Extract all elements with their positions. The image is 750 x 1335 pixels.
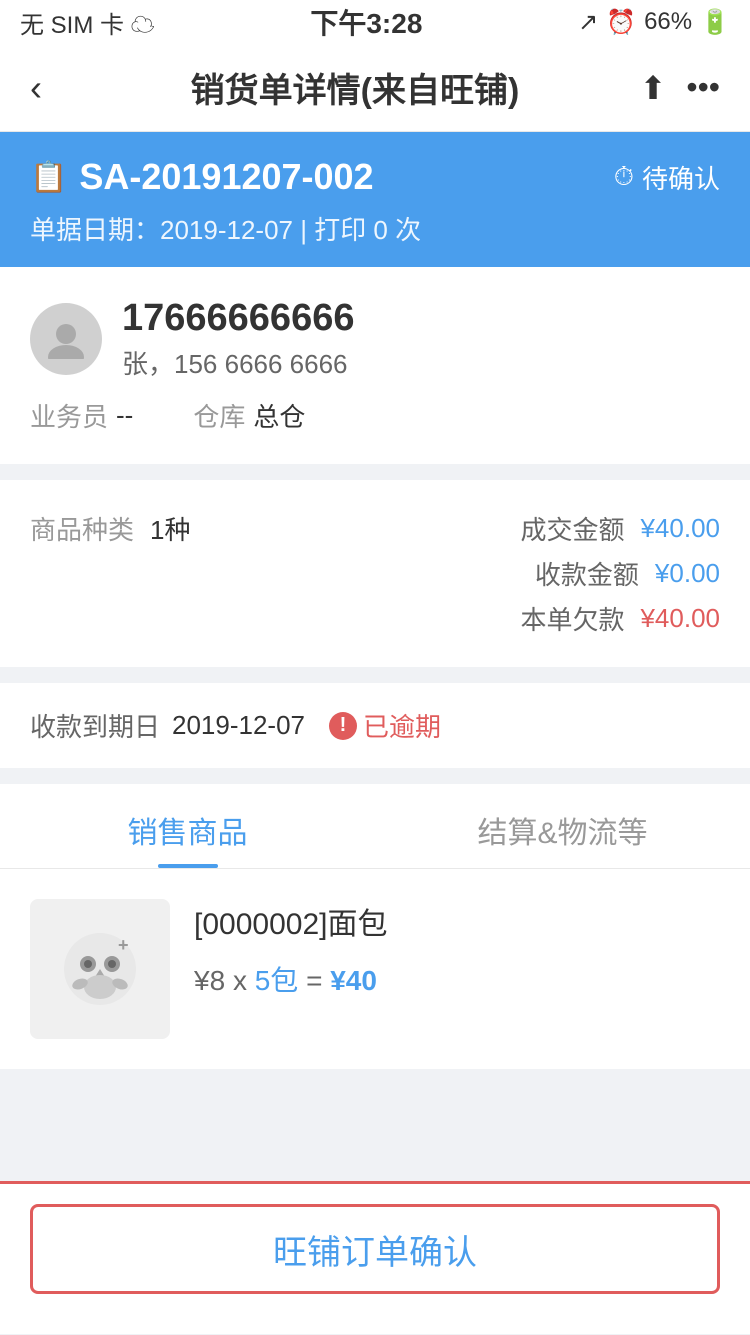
- location-icon: ↗: [578, 8, 598, 37]
- owed-amount-label: 本单欠款: [520, 600, 624, 637]
- sim-label: 无 SIM 卡 ☁: [20, 5, 155, 40]
- confirm-order-label: 旺铺订单确认: [273, 1225, 477, 1274]
- customer-info: 17666666666 张，156 6666 6666: [122, 297, 354, 381]
- overdue-text: 已逾期: [363, 707, 441, 744]
- due-label: 收款到期日: [30, 707, 160, 744]
- order-status-text: 待确认: [642, 159, 720, 196]
- order-status: ⏱ 待确认: [614, 159, 720, 196]
- battery-label: 66%: [644, 8, 692, 36]
- overdue-icon: !: [329, 712, 357, 740]
- product-price-formula: ¥8 x 5包 = ¥40: [194, 959, 720, 999]
- alarm-icon: ⏰: [606, 8, 636, 37]
- status-right: ↗ ⏰ 66% 🔋: [578, 8, 730, 37]
- tab-underline: [158, 864, 218, 868]
- receipt-amount-value: ¥0.00: [655, 558, 720, 589]
- svg-text:+: +: [118, 935, 129, 955]
- due-section: 收款到期日 2019-12-07 ! 已逾期: [0, 683, 750, 768]
- order-id-text: SA-20191207-002: [79, 156, 373, 198]
- customer-name: 张，156 6666 6666: [122, 344, 354, 381]
- tabs-section: 销售商品 结算&物流等: [0, 784, 750, 869]
- back-icon: ‹: [30, 67, 42, 108]
- status-bar: 无 SIM 卡 ☁ 下午3:28 ↗ ⏰ 66% 🔋: [0, 0, 750, 44]
- product-types-label: 商品种类: [30, 510, 134, 547]
- deal-amount-value: ¥40.00: [640, 513, 720, 544]
- confirm-order-button[interactable]: 旺铺订单确认: [30, 1204, 720, 1294]
- order-id-row: 📋 SA-20191207-002 ⏱ 待确认: [30, 156, 720, 198]
- product-info: [0000002]面包 ¥8 x 5包 = ¥40: [194, 899, 720, 999]
- salesperson-label: 业务员: [30, 397, 108, 434]
- stats-section: 商品种类 1种 成交金额 ¥40.00 收款金额 ¥0.00 本单欠款 ¥40.…: [0, 480, 750, 667]
- stats-right: 成交金额 ¥40.00 收款金额 ¥0.00 本单欠款 ¥40.00: [375, 510, 720, 637]
- salesperson-meta: 业务员 --: [30, 397, 133, 434]
- status-left: 无 SIM 卡 ☁: [20, 5, 155, 40]
- warehouse-value: 总仓: [253, 397, 305, 434]
- order-icon: 📋: [30, 160, 67, 195]
- owed-amount-row: 本单欠款 ¥40.00: [520, 600, 720, 637]
- overdue-badge: ! 已逾期: [329, 707, 441, 744]
- owed-amount-value: ¥40.00: [640, 603, 720, 634]
- customer-section: 17666666666 张，156 6666 6666 业务员 -- 仓库 总仓: [0, 267, 750, 464]
- receipt-amount-row: 收款金额 ¥0.00: [535, 555, 720, 592]
- due-date: 2019-12-07: [172, 710, 305, 741]
- product-total: ¥40: [330, 965, 377, 996]
- product-types-value: 1种: [150, 510, 190, 547]
- warehouse-label: 仓库: [193, 397, 245, 434]
- product-price-unit: ¥8: [194, 965, 225, 996]
- product-quantity: 5包: [255, 965, 299, 996]
- order-id: 📋 SA-20191207-002: [30, 156, 374, 198]
- product-section: + [0000002]面包 ¥8 x 5包 = ¥40: [0, 869, 750, 1069]
- page-title: 销货单详情(来自旺铺): [90, 63, 620, 112]
- deal-amount-row: 成交金额 ¥40.00: [520, 510, 720, 547]
- status-time: 下午3:28: [310, 2, 422, 42]
- receipt-amount-label: 收款金额: [535, 555, 639, 592]
- customer-meta: 业务员 -- 仓库 总仓: [30, 397, 720, 434]
- nav-bar: ‹ 销货单详情(来自旺铺) ⬆ •••: [0, 44, 750, 132]
- deal-amount-label: 成交金额: [520, 510, 624, 547]
- product-multiplier: x: [233, 965, 255, 996]
- back-button[interactable]: ‹: [30, 67, 90, 109]
- order-date-row: 单据日期：2019-12-07 | 打印 0 次: [30, 210, 720, 247]
- tab-settlement-label: 结算&物流等: [477, 808, 647, 852]
- tab-sales-products[interactable]: 销售商品: [0, 784, 375, 868]
- order-header-card: 📋 SA-20191207-002 ⏱ 待确认 单据日期：2019-12-07 …: [0, 132, 750, 267]
- tab-sales-products-label: 销售商品: [128, 808, 248, 852]
- product-thumbnail: +: [30, 899, 170, 1039]
- nav-actions: ⬆ •••: [620, 69, 720, 107]
- avatar: [30, 303, 102, 375]
- stats-left: 商品种类 1种: [30, 510, 375, 547]
- tab-settlement[interactable]: 结算&物流等: [375, 784, 750, 868]
- share-icon[interactable]: ⬆: [640, 69, 667, 107]
- bottom-bar: 旺铺订单确认: [0, 1181, 750, 1334]
- warehouse-meta: 仓库 总仓: [193, 397, 305, 434]
- more-icon[interactable]: •••: [686, 69, 720, 106]
- product-name: [0000002]面包: [194, 899, 720, 943]
- product-equals: =: [306, 965, 330, 996]
- clock-icon: ⏱: [614, 161, 634, 193]
- customer-header: 17666666666 张，156 6666 6666: [30, 297, 720, 381]
- salesperson-value: --: [116, 400, 133, 431]
- battery-icon: 🔋: [700, 8, 730, 37]
- product-item: + [0000002]面包 ¥8 x 5包 = ¥40: [0, 869, 750, 1069]
- customer-phone: 17666666666: [122, 297, 354, 340]
